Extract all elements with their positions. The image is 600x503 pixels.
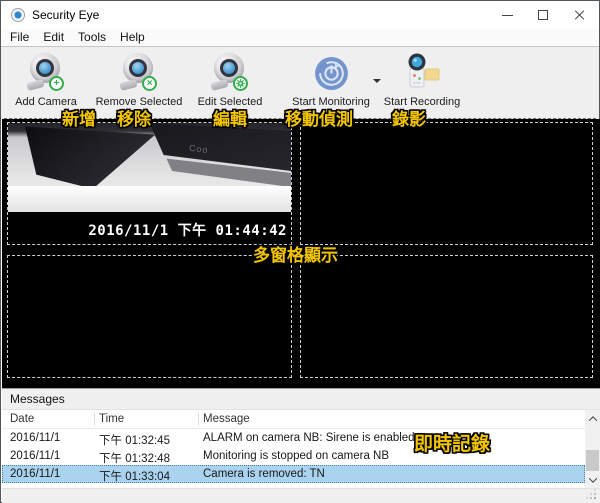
annotation-multi-pane: 多窗格顯示 bbox=[253, 241, 338, 266]
menu-edit[interactable]: Edit bbox=[36, 29, 71, 46]
cell-time: 下午 01:32:48 bbox=[99, 450, 170, 466]
cell-date: 2016/11/1 bbox=[10, 432, 60, 444]
remove-selected-button[interactable]: × Remove Selected bbox=[94, 53, 184, 108]
messages-panel-title: Messages bbox=[2, 388, 600, 410]
messages-table-header: Date Time Message bbox=[2, 410, 585, 429]
maximize-icon bbox=[538, 10, 548, 20]
cell-message: ALARM on camera NB: Sirene is enabled bbox=[203, 432, 415, 444]
cell-date: 2016/11/1 bbox=[10, 450, 60, 462]
cross-badge-icon: × bbox=[142, 76, 157, 91]
table-row[interactable]: 2016/11/1 下午 01:32:48 Monitoring is stop… bbox=[2, 447, 585, 465]
column-header-date[interactable]: Date bbox=[10, 413, 34, 425]
chevron-down-icon bbox=[588, 474, 596, 482]
title-bar: Security Eye bbox=[1, 1, 599, 29]
cell-message: Monitoring is stopped on camera NB bbox=[203, 450, 389, 462]
webcam-edit-icon bbox=[210, 53, 250, 93]
cell-time: 下午 01:33:04 bbox=[99, 468, 170, 484]
annotation-remove: 移除 bbox=[117, 105, 151, 130]
cell-time: 下午 01:32:45 bbox=[99, 432, 170, 448]
window-title: Security Eye bbox=[32, 8, 99, 22]
table-row[interactable]: 2016/11/1 下午 01:32:45 ALARM on camera NB… bbox=[2, 429, 585, 447]
scrollbar-thumb[interactable] bbox=[586, 450, 599, 471]
vertical-scrollbar[interactable] bbox=[585, 410, 600, 488]
cell-date: 2016/11/1 bbox=[10, 468, 60, 480]
camcorder-recording-icon bbox=[401, 53, 443, 93]
annotation-add: 新增 bbox=[62, 105, 96, 130]
status-bar bbox=[2, 488, 600, 503]
minimize-button[interactable] bbox=[491, 1, 523, 29]
cell-message: Camera is removed: TN bbox=[203, 468, 325, 480]
photo-bright-band bbox=[8, 186, 291, 212]
start-recording-button[interactable]: Start Recording bbox=[380, 53, 464, 108]
gear-badge-icon bbox=[233, 76, 248, 91]
annotation-edit: 編輯 bbox=[213, 105, 247, 130]
annotation-realtime-log: 即時記錄 bbox=[414, 429, 490, 456]
edit-selected-button[interactable]: Edit Selected bbox=[190, 53, 270, 108]
plus-badge-icon: + bbox=[49, 76, 64, 91]
table-row-selected[interactable]: 2016/11/1 下午 01:33:04 Camera is removed:… bbox=[2, 465, 585, 483]
webcam-remove-icon: × bbox=[119, 53, 159, 93]
column-header-time[interactable]: Time bbox=[99, 413, 124, 425]
app-eye-icon bbox=[11, 8, 25, 22]
annotation-record: 錄影 bbox=[392, 105, 426, 130]
camera-cell-4[interactable] bbox=[300, 255, 593, 378]
scroll-up-button[interactable] bbox=[585, 411, 600, 426]
app-window: Security Eye File Edit Tools Help + Add … bbox=[0, 0, 600, 503]
maximize-button[interactable] bbox=[527, 1, 559, 29]
menu-help[interactable]: Help bbox=[113, 29, 152, 46]
camera-cell-3[interactable] bbox=[7, 255, 292, 378]
start-monitoring-button[interactable]: Start Monitoring bbox=[289, 53, 373, 108]
column-header-message[interactable]: Message bbox=[203, 413, 250, 425]
annotation-motion-detect: 移動偵測 bbox=[285, 105, 353, 130]
close-button[interactable] bbox=[563, 1, 595, 29]
menu-bar: File Edit Tools Help bbox=[1, 29, 599, 46]
camera-timestamp: 2016/11/1 下午 01:44:42 bbox=[88, 220, 287, 240]
chevron-up-icon bbox=[588, 416, 596, 424]
menu-tools[interactable]: Tools bbox=[71, 29, 113, 46]
column-divider bbox=[94, 412, 95, 426]
scroll-down-button[interactable] bbox=[585, 472, 600, 487]
camera-cell-1[interactable]: Coo 2016/11/1 下午 01:44:42 bbox=[7, 122, 292, 245]
minimize-icon bbox=[502, 15, 513, 16]
messages-table: Date Time Message 2016/11/1 下午 01:32:45 … bbox=[2, 410, 600, 488]
resize-grip[interactable] bbox=[594, 497, 596, 499]
add-camera-button[interactable]: + Add Camera bbox=[9, 53, 83, 108]
menu-file[interactable]: File bbox=[3, 29, 36, 46]
radar-monitoring-icon bbox=[313, 53, 350, 93]
webcam-snapshot: Coo bbox=[8, 123, 291, 212]
column-divider bbox=[198, 412, 199, 426]
camera-cell-2[interactable] bbox=[300, 122, 593, 245]
webcam-add-icon: + bbox=[26, 53, 66, 93]
close-icon bbox=[573, 9, 585, 21]
